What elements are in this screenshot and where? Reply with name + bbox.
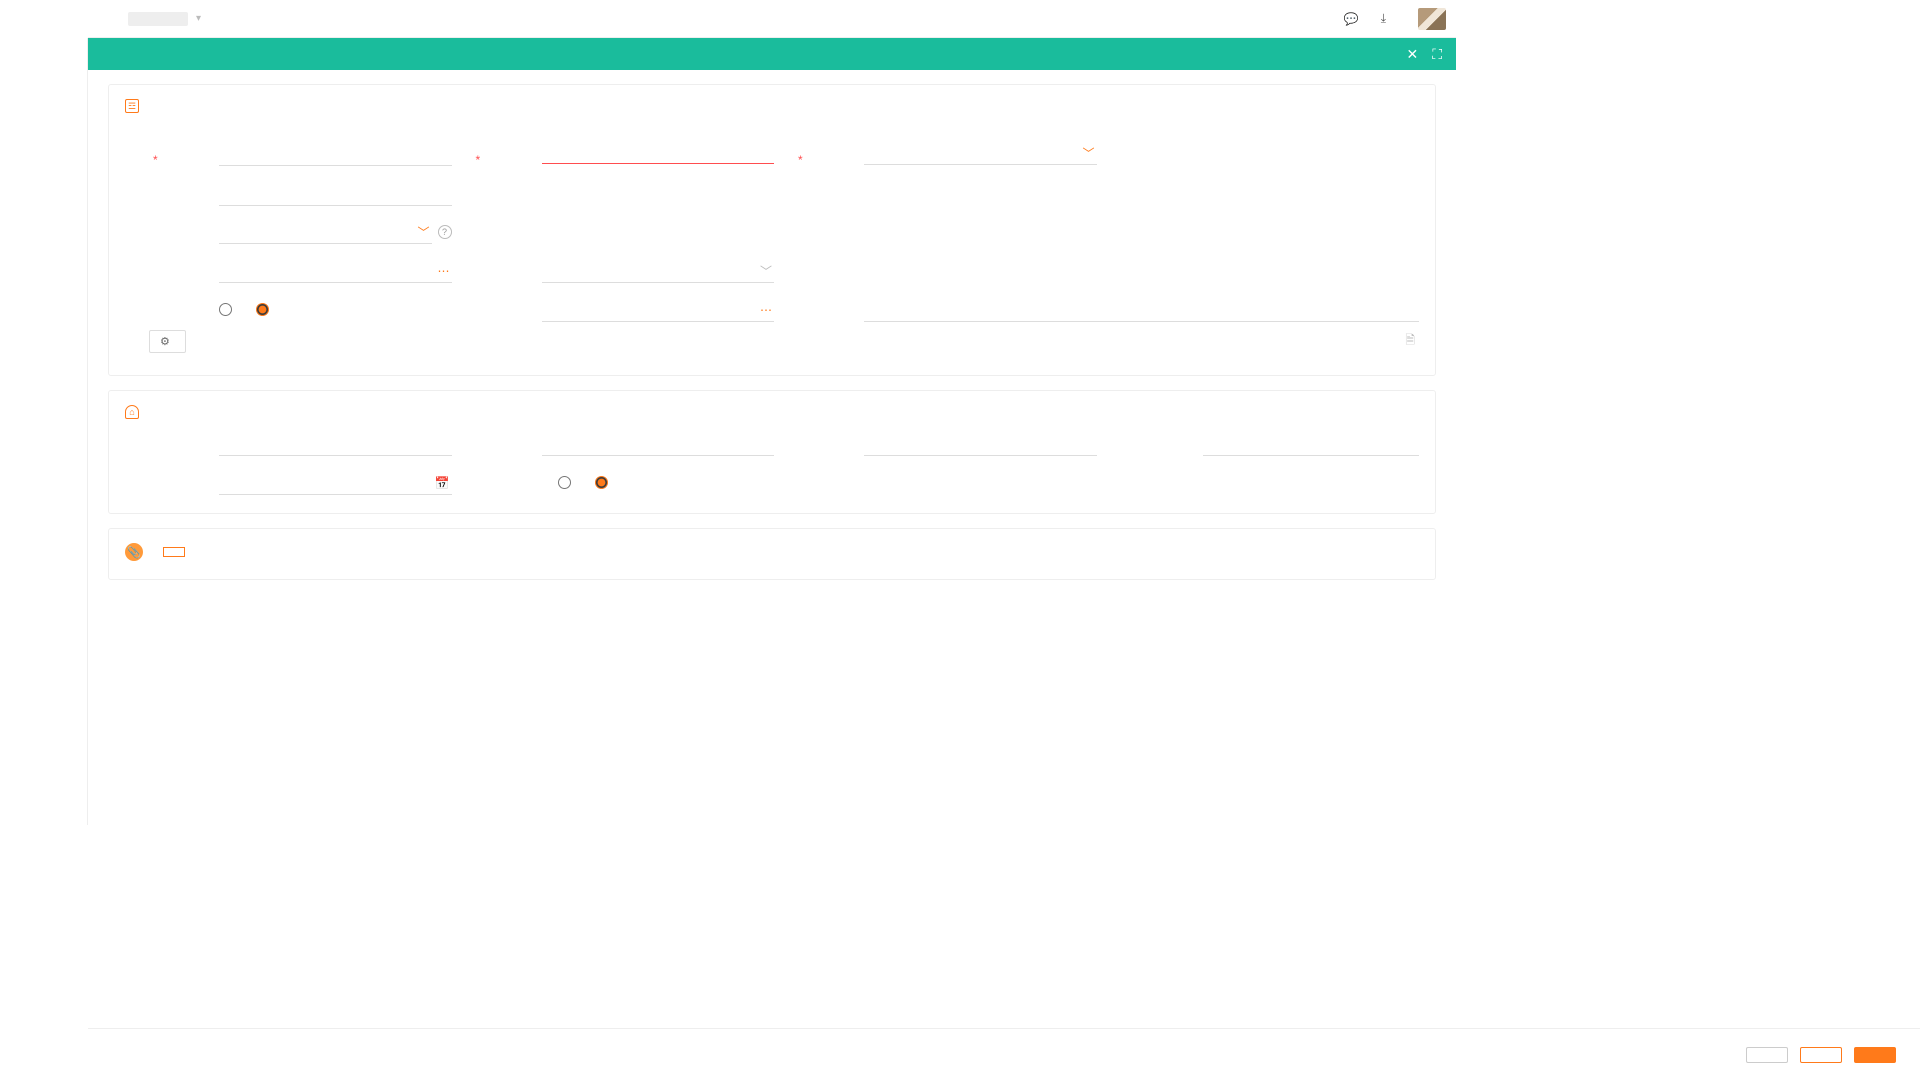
gear-icon: ⚙ bbox=[160, 335, 170, 348]
created-input[interactable] bbox=[219, 470, 452, 495]
more-icon[interactable]: ⋯ bbox=[760, 303, 772, 317]
top-message[interactable]: 💬 bbox=[1344, 12, 1363, 26]
tax-yes[interactable] bbox=[558, 476, 575, 489]
tax-no[interactable] bbox=[595, 476, 612, 489]
logo bbox=[0, 0, 88, 38]
avatar[interactable] bbox=[1418, 8, 1446, 30]
region-input[interactable] bbox=[542, 297, 775, 322]
legal-input[interactable] bbox=[219, 431, 452, 456]
more-icon[interactable]: ⋯ bbox=[438, 264, 450, 278]
trash-icon: 🗎 bbox=[1405, 331, 1415, 352]
other-info-icon: ⌂ bbox=[125, 405, 139, 419]
disabled-yes[interactable] bbox=[219, 303, 236, 316]
dept-input[interactable] bbox=[542, 258, 775, 283]
message-icon: 💬 bbox=[1344, 12, 1359, 26]
upload-button[interactable] bbox=[163, 547, 185, 557]
top-download[interactable]: ⤓ bbox=[1381, 11, 1390, 26]
close-tab-icon[interactable]: ✕ bbox=[1406, 46, 1418, 63]
calendar-icon[interactable]: 📅 bbox=[435, 476, 450, 490]
footer-actions bbox=[88, 1028, 1920, 1080]
bank-input[interactable] bbox=[542, 431, 775, 456]
chevron-down-icon[interactable]: ﹀ bbox=[760, 262, 772, 279]
other-info-section: ⌂ bbox=[108, 390, 1436, 514]
module-placeholder bbox=[128, 12, 188, 26]
basic-info-icon: ☲ bbox=[125, 99, 139, 113]
download-icon: ⤓ bbox=[1381, 11, 1386, 26]
chevron-down-icon[interactable]: ﹀ bbox=[417, 224, 429, 241]
basic-info-section: ☲ bbox=[108, 84, 1436, 376]
attachment-icon: 📎 bbox=[125, 543, 143, 561]
unit-name-input[interactable] bbox=[542, 139, 775, 164]
credit-input[interactable] bbox=[1203, 431, 1420, 456]
chevron-down-icon[interactable]: ﹀ bbox=[1082, 145, 1094, 162]
payment-term-select[interactable] bbox=[219, 220, 432, 244]
cancel-button[interactable] bbox=[1746, 1047, 1788, 1063]
chevron-down-icon: ▾ bbox=[196, 13, 201, 24]
save-button[interactable] bbox=[1800, 1047, 1842, 1063]
custom-fields-button[interactable]: ⚙ bbox=[149, 330, 186, 353]
alias-input[interactable] bbox=[219, 181, 452, 206]
tab-bar: ✕ ⛶ bbox=[88, 38, 1456, 70]
account-input[interactable] bbox=[864, 431, 1097, 456]
sidebar bbox=[0, 38, 88, 825]
module-switcher[interactable]: ▾ bbox=[128, 12, 201, 26]
manager-input[interactable] bbox=[219, 258, 452, 283]
remark-input[interactable] bbox=[864, 297, 1419, 322]
unit-category-select[interactable] bbox=[864, 141, 1097, 165]
attachments-section: 📎 bbox=[108, 528, 1436, 580]
fullscreen-icon[interactable]: ⛶ bbox=[1432, 46, 1442, 63]
disabled-no[interactable] bbox=[256, 303, 273, 316]
help-icon[interactable]: ? bbox=[438, 225, 452, 239]
unit-code-input[interactable] bbox=[219, 141, 452, 166]
save-new-button[interactable] bbox=[1854, 1047, 1896, 1063]
batch-delete: 🗎 bbox=[1405, 331, 1419, 352]
